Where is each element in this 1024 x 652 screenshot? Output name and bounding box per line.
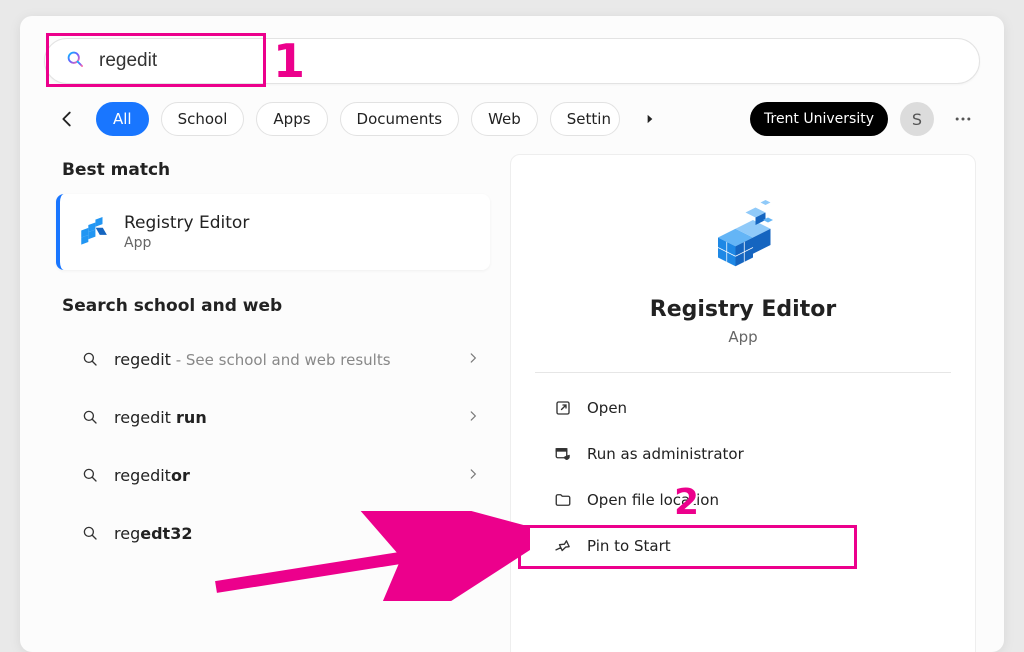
web-result-regedt32[interactable]: regedt32 (56, 504, 490, 562)
action-label: Run as administrator (587, 445, 744, 463)
result-text: reg (114, 524, 140, 543)
action-pin-to-start[interactable]: Pin to Start (535, 523, 951, 569)
filter-chip-row: All School Apps Documents Web Settin Tre… (20, 102, 1004, 154)
action-label: Open file location (587, 491, 719, 509)
folder-icon (549, 491, 577, 509)
searchbar-container (20, 16, 1004, 102)
action-open[interactable]: Open (535, 385, 951, 431)
web-result-regedit-run[interactable]: regedit run (56, 388, 490, 446)
web-result-regeditor[interactable]: regeditor (56, 446, 490, 504)
result-subtext: - See school and web results (171, 351, 391, 369)
detail-title: Registry Editor (650, 297, 836, 322)
result-text: regedit (114, 466, 171, 485)
result-text: regedit (114, 350, 171, 369)
filter-chip-apps[interactable]: Apps (256, 102, 327, 136)
registry-editor-large-icon (703, 195, 783, 275)
detail-header: Registry Editor App (535, 195, 951, 346)
detail-divider (535, 372, 951, 373)
search-icon (76, 466, 104, 484)
result-bold: run (176, 408, 207, 427)
search-icon (76, 350, 104, 368)
chevron-right-icon (466, 466, 480, 485)
detail-subtitle: App (728, 328, 757, 346)
filter-chip-all[interactable]: All (96, 102, 149, 136)
search-field-wrap[interactable] (44, 38, 980, 84)
result-bold: edt32 (140, 524, 192, 543)
back-button[interactable] (50, 102, 84, 136)
user-avatar[interactable]: S (900, 102, 934, 136)
results-columns: Best match (20, 154, 1004, 652)
search-icon (76, 408, 104, 426)
web-result-regedit[interactable]: regedit - See school and web results (56, 330, 490, 388)
result-text: regedit (114, 408, 176, 427)
search-icon (76, 524, 104, 542)
chevron-right-icon (466, 350, 480, 369)
best-match-subtitle: App (124, 235, 249, 251)
chevron-right-icon (466, 524, 480, 543)
pin-icon (549, 537, 577, 555)
filter-chip-school[interactable]: School (161, 102, 245, 136)
registry-editor-icon (74, 212, 114, 252)
search-input[interactable] (99, 50, 959, 72)
best-match-title: Registry Editor (124, 213, 249, 233)
search-icon (65, 49, 85, 73)
filter-chip-web[interactable]: Web (471, 102, 538, 136)
open-icon (549, 399, 577, 417)
results-left-column: Best match (56, 154, 490, 652)
action-label: Open (587, 399, 627, 417)
action-label: Pin to Start (587, 537, 671, 555)
detail-panel: Registry Editor App Open Run as administ… (510, 154, 976, 652)
best-match-result[interactable]: Registry Editor App (56, 194, 490, 270)
best-match-heading: Best match (62, 160, 490, 180)
school-web-heading: Search school and web (62, 296, 490, 316)
org-badge[interactable]: Trent University (750, 102, 888, 136)
filter-chip-documents[interactable]: Documents (340, 102, 460, 136)
result-bold: or (171, 466, 190, 485)
action-run-as-admin[interactable]: Run as administrator (535, 431, 951, 477)
shield-app-icon (549, 445, 577, 463)
more-menu-button[interactable] (946, 102, 980, 136)
action-open-file-location[interactable]: Open file location (535, 477, 951, 523)
search-panel: All School Apps Documents Web Settin Tre… (20, 16, 1004, 652)
filter-chip-overflow[interactable] (632, 112, 668, 126)
filter-chip-settings-truncated[interactable]: Settin (550, 102, 620, 136)
chevron-right-icon (466, 408, 480, 427)
